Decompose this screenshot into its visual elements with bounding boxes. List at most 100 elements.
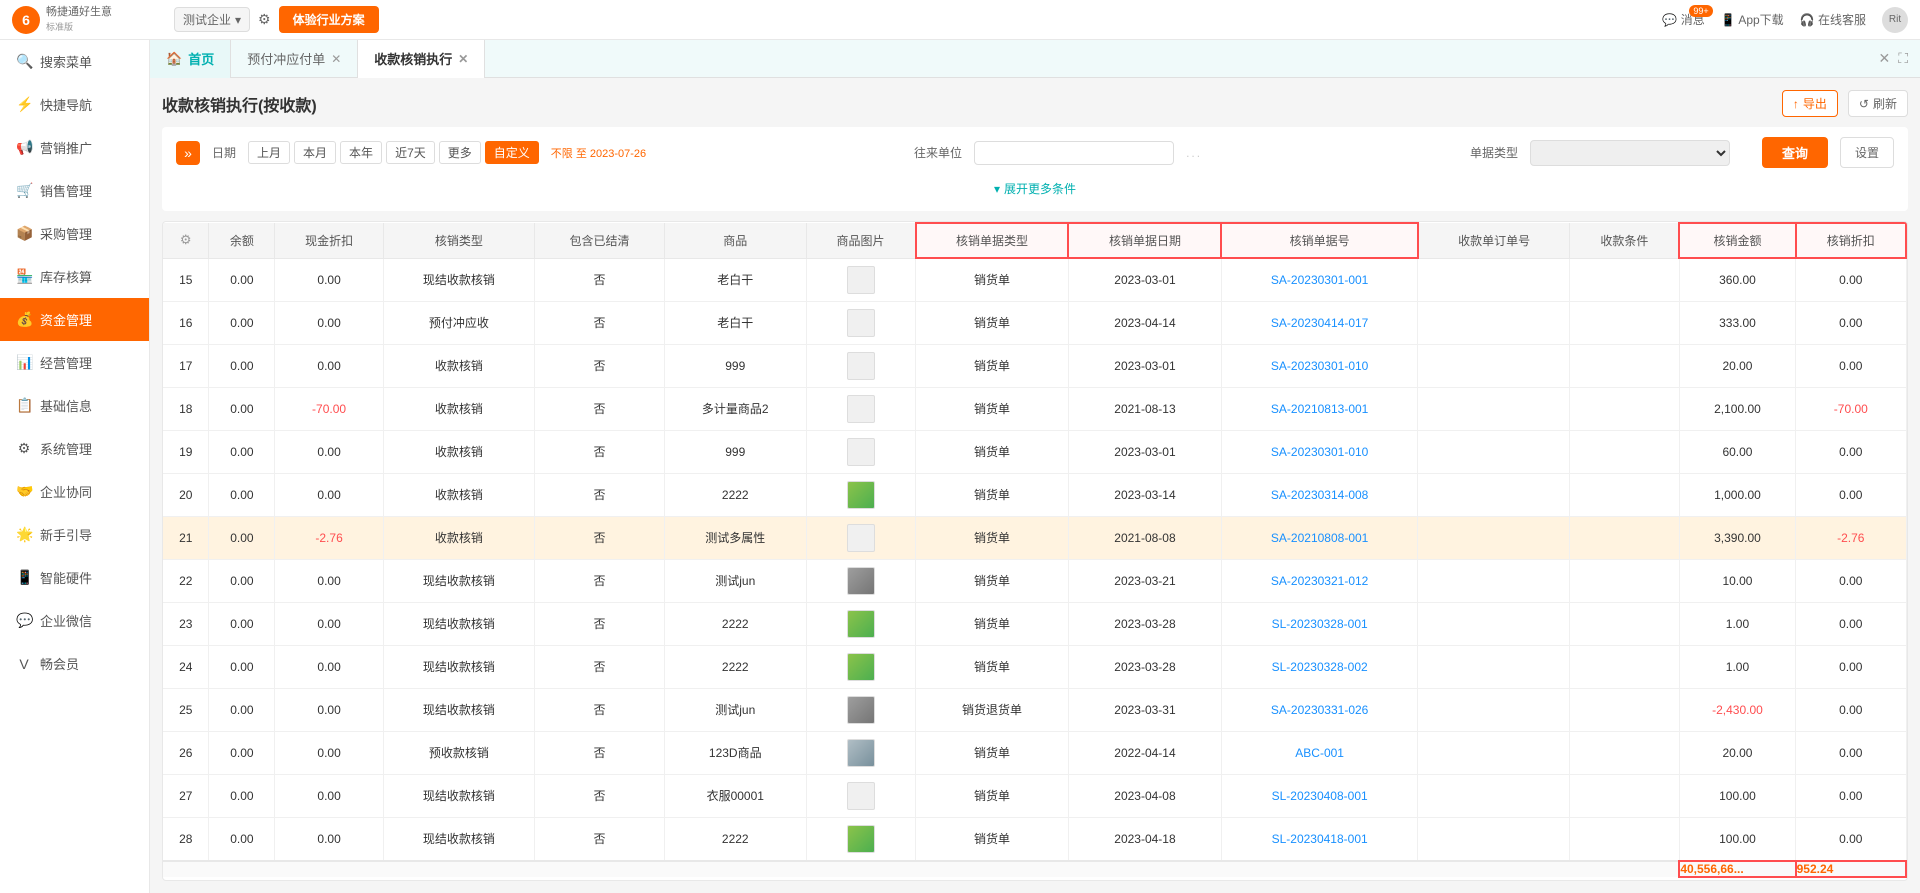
date-btn-custom[interactable]: 自定义 (485, 141, 539, 164)
unit-input[interactable] (974, 141, 1174, 165)
sidebar-item-finance[interactable]: 💰 资金管理 (0, 298, 149, 341)
sidebar-item-operation[interactable]: 📊 经营管理 (0, 341, 149, 384)
user-avatar[interactable]: Rit (1882, 7, 1908, 33)
company-selector[interactable]: 测试企业 ▾ (174, 7, 250, 32)
row-bill-no[interactable]: SL-20230328-002 (1221, 645, 1417, 688)
settings-col-icon[interactable]: ⚙ (180, 232, 192, 247)
row-bill-no[interactable]: SA-20230301-010 (1221, 430, 1417, 473)
row-discount: 0.00 (1796, 344, 1906, 387)
expand-more-btn[interactable]: ▾ 展开更多条件 (176, 176, 1894, 201)
refresh-button[interactable]: ↺ 刷新 (1848, 90, 1908, 117)
date-btn-last-month[interactable]: 上月 (248, 141, 290, 164)
sidebar-item-basic[interactable]: 📋 基础信息 (0, 384, 149, 427)
row-bill-no[interactable]: SA-20210808-001 (1221, 516, 1417, 559)
row-num: 27 (163, 774, 209, 817)
row-bill-no[interactable]: SL-20230418-001 (1221, 817, 1417, 861)
row-bill-date: 2023-03-21 (1068, 559, 1221, 602)
tab-prepay-close[interactable]: ✕ (331, 52, 341, 66)
app-download-link[interactable]: 📱 App下载 (1721, 11, 1784, 28)
row-discount: -2.76 (1796, 516, 1906, 559)
row-bill-type: 销货单 (916, 344, 1069, 387)
sidebar-item-sales[interactable]: 🛒 销售管理 (0, 169, 149, 212)
tab-home[interactable]: 🏠 首页 (150, 40, 231, 78)
date-btn-7days[interactable]: 近7天 (386, 141, 435, 164)
tab-prepay[interactable]: 预付冲应付单 ✕ (231, 40, 358, 78)
row-product: 测试多属性 (664, 516, 806, 559)
row-cash-discount: -2.76 (275, 516, 384, 559)
row-balance: 0.00 (209, 559, 275, 602)
row-bill-no[interactable]: SL-20230328-001 (1221, 602, 1417, 645)
row-num: 17 (163, 344, 209, 387)
row-bill-no[interactable]: SA-20230301-010 (1221, 344, 1417, 387)
collab-icon: 🤝 (16, 483, 32, 500)
sidebar-item-vip[interactable]: V 畅会员 (0, 642, 149, 685)
date-btn-this-month[interactable]: 本月 (294, 141, 336, 164)
col-bill-date: 核销单据日期 (1068, 223, 1221, 258)
sidebar-item-system[interactable]: ⚙ 系统管理 (0, 427, 149, 470)
row-cash-discount: 0.00 (275, 473, 384, 516)
sidebar-item-quicknav[interactable]: ⚡ 快捷导航 (0, 83, 149, 126)
voucher-type-select[interactable] (1530, 140, 1730, 166)
operation-icon: 📊 (16, 354, 32, 371)
sidebar-item-wechat[interactable]: 💬 企业微信 (0, 599, 149, 642)
maximize-icon[interactable]: ⛶ (1898, 50, 1908, 67)
date-btn-more[interactable]: 更多 (439, 141, 481, 164)
settings-button[interactable]: 设置 (1840, 137, 1894, 168)
row-balance: 0.00 (209, 387, 275, 430)
row-bill-no[interactable]: SA-20230321-012 (1221, 559, 1417, 602)
col-condition: 收款条件 (1570, 223, 1679, 258)
gear-icon[interactable]: ⚙ (258, 11, 271, 28)
query-button[interactable]: 查询 (1762, 137, 1828, 168)
row-condition (1570, 430, 1679, 473)
row-num: 16 (163, 301, 209, 344)
row-bill-no[interactable]: SA-20230301-001 (1221, 258, 1417, 301)
tab-collection[interactable]: 收款核销执行 ✕ (358, 40, 485, 78)
row-amount: 100.00 (1679, 817, 1795, 861)
sidebar-item-purchase[interactable]: 📦 采购管理 (0, 212, 149, 255)
row-bill-no[interactable]: SA-20210813-001 (1221, 387, 1417, 430)
sidebar-item-collab[interactable]: 🤝 企业协同 (0, 470, 149, 513)
row-bill-no[interactable]: SL-20230408-001 (1221, 774, 1417, 817)
row-product-img (806, 258, 915, 301)
row-product-img (806, 731, 915, 774)
tab-collection-label: 收款核销执行 (374, 49, 452, 68)
service-link[interactable]: 🎧 在线客服 (1800, 11, 1866, 28)
wechat-icon: 💬 (16, 612, 32, 629)
col-product: 商品 (664, 223, 806, 258)
row-num: 25 (163, 688, 209, 731)
row-bill-no[interactable]: SA-20230331-026 (1221, 688, 1417, 731)
home-icon: 🏠 (166, 51, 182, 67)
sidebar-item-search[interactable]: 🔍 搜索菜单 (0, 40, 149, 83)
row-discount: 0.00 (1796, 688, 1906, 731)
sidebar-item-inventory[interactable]: 🏪 库存核算 (0, 255, 149, 298)
date-btn-this-year[interactable]: 本年 (340, 141, 382, 164)
table-row: 220.000.00现结收款核销否测试jun销货单2023-03-21SA-20… (163, 559, 1906, 602)
row-bill-no[interactable]: SA-20230414-017 (1221, 301, 1417, 344)
row-product: 老白干 (664, 301, 806, 344)
col-settings[interactable]: ⚙ (163, 223, 209, 258)
sidebar-item-smart[interactable]: 📱 智能硬件 (0, 556, 149, 599)
filter-toggle-button[interactable]: » (176, 141, 200, 165)
filter-row-1: » 日期 上月 本月 本年 近7天 更多 自定义 不限 至 2023-07-26… (176, 137, 1894, 168)
row-cash-discount: 0.00 (275, 731, 384, 774)
row-balance: 0.00 (209, 258, 275, 301)
row-bill-no[interactable]: SA-20230314-008 (1221, 473, 1417, 516)
row-bill-no[interactable]: ABC-001 (1221, 731, 1417, 774)
export-button[interactable]: ↑ 导出 (1782, 90, 1838, 117)
col-included: 包含已结清 (535, 223, 665, 258)
close-window-icon[interactable]: ✕ (1878, 50, 1890, 67)
row-bill-type: 销货退货单 (916, 688, 1069, 731)
trial-button[interactable]: 体验行业方案 (279, 6, 379, 33)
notification-bell[interactable]: 💬 消息 99+ (1662, 11, 1704, 28)
tab-collection-close[interactable]: ✕ (458, 52, 468, 66)
row-verify-type: 收款核销 (383, 516, 534, 559)
sidebar-item-guide[interactable]: 🌟 新手引导 (0, 513, 149, 556)
col-verify-type: 核销类型 (383, 223, 534, 258)
date-range: 不限 至 2023-07-26 (551, 145, 646, 161)
top-bar-right: 💬 消息 99+ 📱 App下载 🎧 在线客服 Rit (1662, 7, 1908, 33)
sidebar-item-marketing[interactable]: 📢 营销推广 (0, 126, 149, 169)
row-condition (1570, 645, 1679, 688)
row-order-no (1418, 602, 1570, 645)
app-icon: 📱 (1721, 13, 1736, 27)
row-condition (1570, 344, 1679, 387)
